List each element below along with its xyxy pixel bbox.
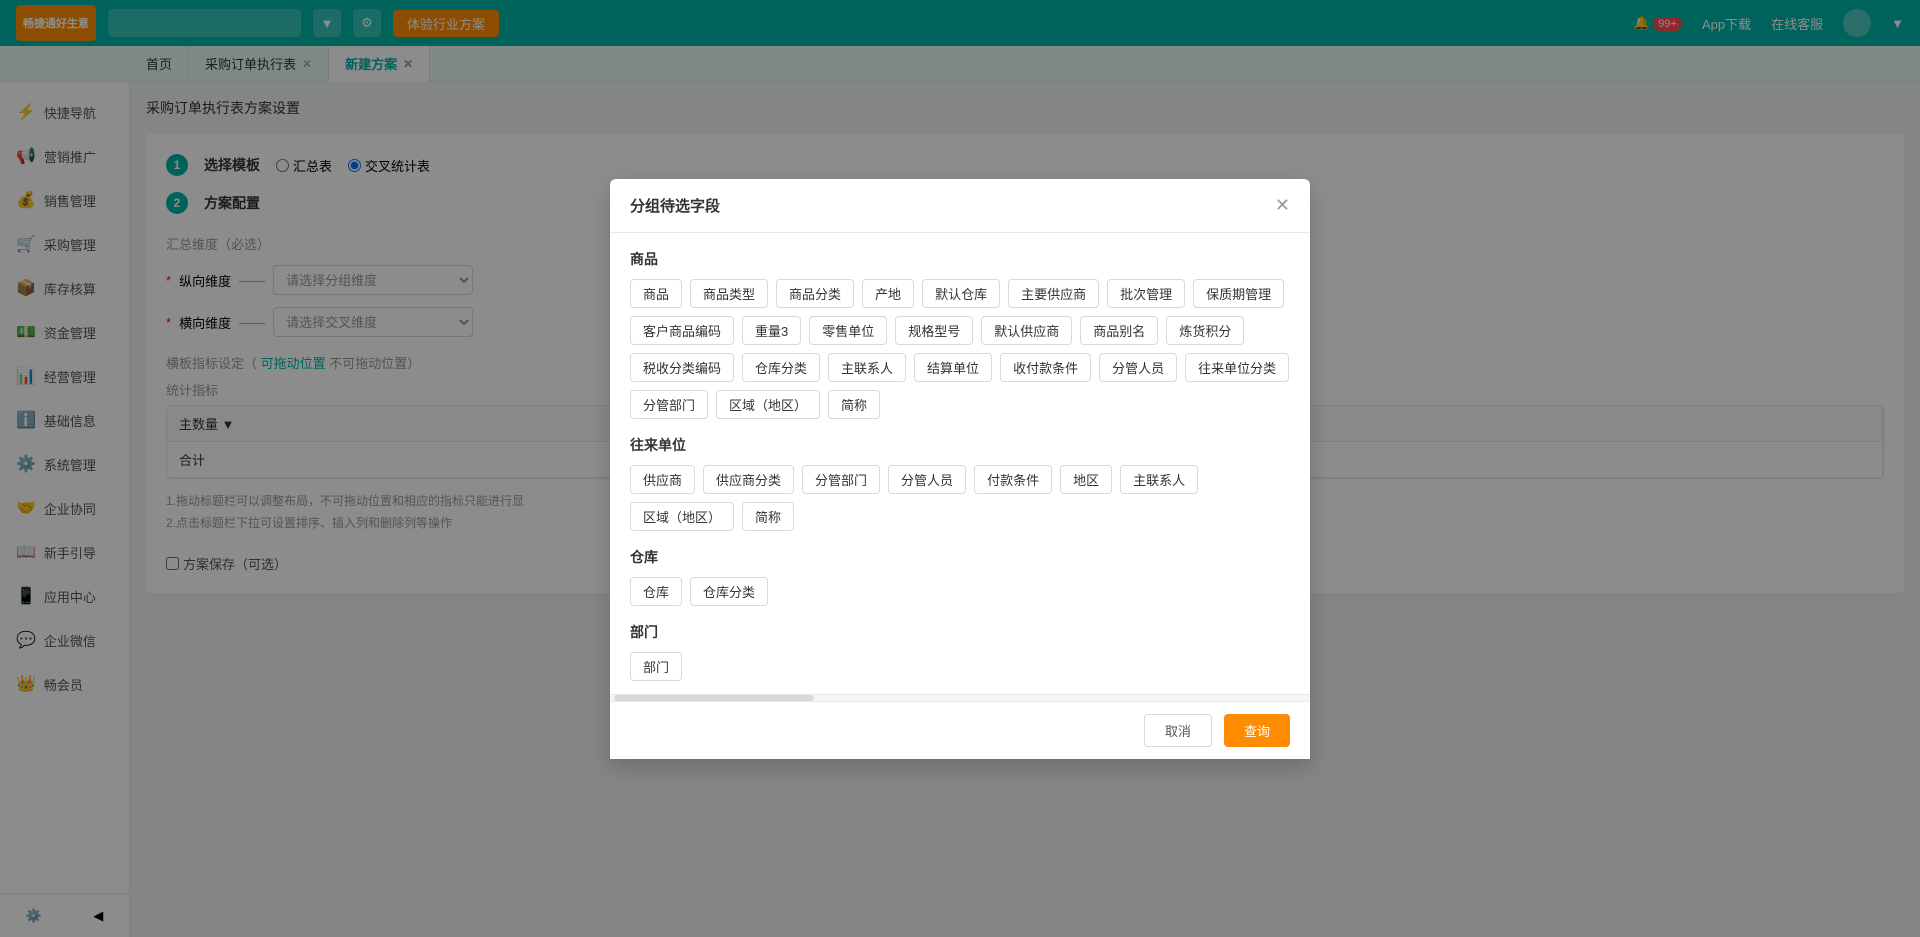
field-tag-goods-6[interactable]: 批次管理 <box>1107 279 1185 308</box>
field-tag-goods-12[interactable]: 默认供应商 <box>981 316 1072 345</box>
field-section-dept-title: 部门 <box>630 622 1290 642</box>
modal-footer: 取消 查询 <box>610 701 1310 759</box>
field-tag-goods-17[interactable]: 主联系人 <box>828 353 906 382</box>
field-tag-cp-6[interactable]: 主联系人 <box>1120 465 1198 494</box>
field-section-counterparty: 往来单位 供应商 供应商分类 分管部门 分管人员 付款条件 地区 主联系人 区域… <box>630 435 1290 531</box>
field-tag-goods-10[interactable]: 零售单位 <box>809 316 887 345</box>
field-tag-cp-3[interactable]: 分管人员 <box>888 465 966 494</box>
field-tag-goods-21[interactable]: 往来单位分类 <box>1185 353 1289 382</box>
field-tag-goods-8[interactable]: 客户商品编码 <box>630 316 734 345</box>
field-section-goods-title: 商品 <box>630 249 1290 269</box>
field-tag-cp-5[interactable]: 地区 <box>1060 465 1112 494</box>
field-tag-goods-24[interactable]: 简称 <box>828 390 880 419</box>
field-tag-goods-11[interactable]: 规格型号 <box>895 316 973 345</box>
field-tag-dept-0[interactable]: 部门 <box>630 652 682 681</box>
field-tag-cp-4[interactable]: 付款条件 <box>974 465 1052 494</box>
field-tag-cp-8[interactable]: 简称 <box>742 502 794 531</box>
field-tags-warehouse: 仓库 仓库分类 <box>630 577 1290 606</box>
field-tags-dept: 部门 <box>630 652 1290 681</box>
field-tag-goods-16[interactable]: 仓库分类 <box>742 353 820 382</box>
field-tag-goods-22[interactable]: 分管部门 <box>630 390 708 419</box>
field-tag-goods-2[interactable]: 商品分类 <box>776 279 854 308</box>
field-tag-goods-9[interactable]: 重量3 <box>742 316 801 345</box>
field-section-counterparty-title: 往来单位 <box>630 435 1290 455</box>
field-section-warehouse: 仓库 仓库 仓库分类 <box>630 547 1290 606</box>
field-tags-goods: 商品 商品类型 商品分类 产地 默认仓库 主要供应商 批次管理 保质期管理 客户… <box>630 279 1290 419</box>
modal-dialog: 分组待选字段 ✕ 商品 商品 商品类型 商品分类 产地 默认仓库 主要供应商 批… <box>610 179 1310 759</box>
modal-overlay: 分组待选字段 ✕ 商品 商品 商品类型 商品分类 产地 默认仓库 主要供应商 批… <box>0 0 1920 937</box>
field-tag-goods-5[interactable]: 主要供应商 <box>1008 279 1099 308</box>
field-tag-goods-4[interactable]: 默认仓库 <box>922 279 1000 308</box>
field-tag-goods-15[interactable]: 税收分类编码 <box>630 353 734 382</box>
modal-close-btn[interactable]: ✕ <box>1275 195 1290 216</box>
modal-title: 分组待选字段 <box>630 195 720 216</box>
field-tag-goods-3[interactable]: 产地 <box>862 279 914 308</box>
modal-body: 商品 商品 商品类型 商品分类 产地 默认仓库 主要供应商 批次管理 保质期管理… <box>610 233 1310 694</box>
field-tag-cp-0[interactable]: 供应商 <box>630 465 695 494</box>
field-tag-goods-18[interactable]: 结算单位 <box>914 353 992 382</box>
field-section-goods: 商品 商品 商品类型 商品分类 产地 默认仓库 主要供应商 批次管理 保质期管理… <box>630 249 1290 419</box>
field-tag-goods-1[interactable]: 商品类型 <box>690 279 768 308</box>
field-tag-goods-19[interactable]: 收付款条件 <box>1000 353 1091 382</box>
field-tag-goods-0[interactable]: 商品 <box>630 279 682 308</box>
field-tag-wh-0[interactable]: 仓库 <box>630 577 682 606</box>
field-tag-goods-14[interactable]: 炼货积分 <box>1166 316 1244 345</box>
field-tag-cp-2[interactable]: 分管部门 <box>802 465 880 494</box>
field-tag-cp-1[interactable]: 供应商分类 <box>703 465 794 494</box>
field-tag-goods-7[interactable]: 保质期管理 <box>1193 279 1284 308</box>
field-tag-cp-7[interactable]: 区域（地区） <box>630 502 734 531</box>
field-tag-goods-23[interactable]: 区域（地区） <box>716 390 820 419</box>
modal-header: 分组待选字段 ✕ <box>610 179 1310 233</box>
field-tag-goods-13[interactable]: 商品别名 <box>1080 316 1158 345</box>
modal-confirm-btn[interactable]: 查询 <box>1224 714 1290 747</box>
field-section-dept: 部门 部门 <box>630 622 1290 681</box>
field-section-warehouse-title: 仓库 <box>630 547 1290 567</box>
modal-cancel-btn[interactable]: 取消 <box>1144 714 1212 747</box>
modal-hscrollbar[interactable] <box>610 694 1310 701</box>
field-tags-counterparty: 供应商 供应商分类 分管部门 分管人员 付款条件 地区 主联系人 区域（地区） … <box>630 465 1290 531</box>
field-tag-goods-20[interactable]: 分管人员 <box>1099 353 1177 382</box>
field-tag-wh-1[interactable]: 仓库分类 <box>690 577 768 606</box>
